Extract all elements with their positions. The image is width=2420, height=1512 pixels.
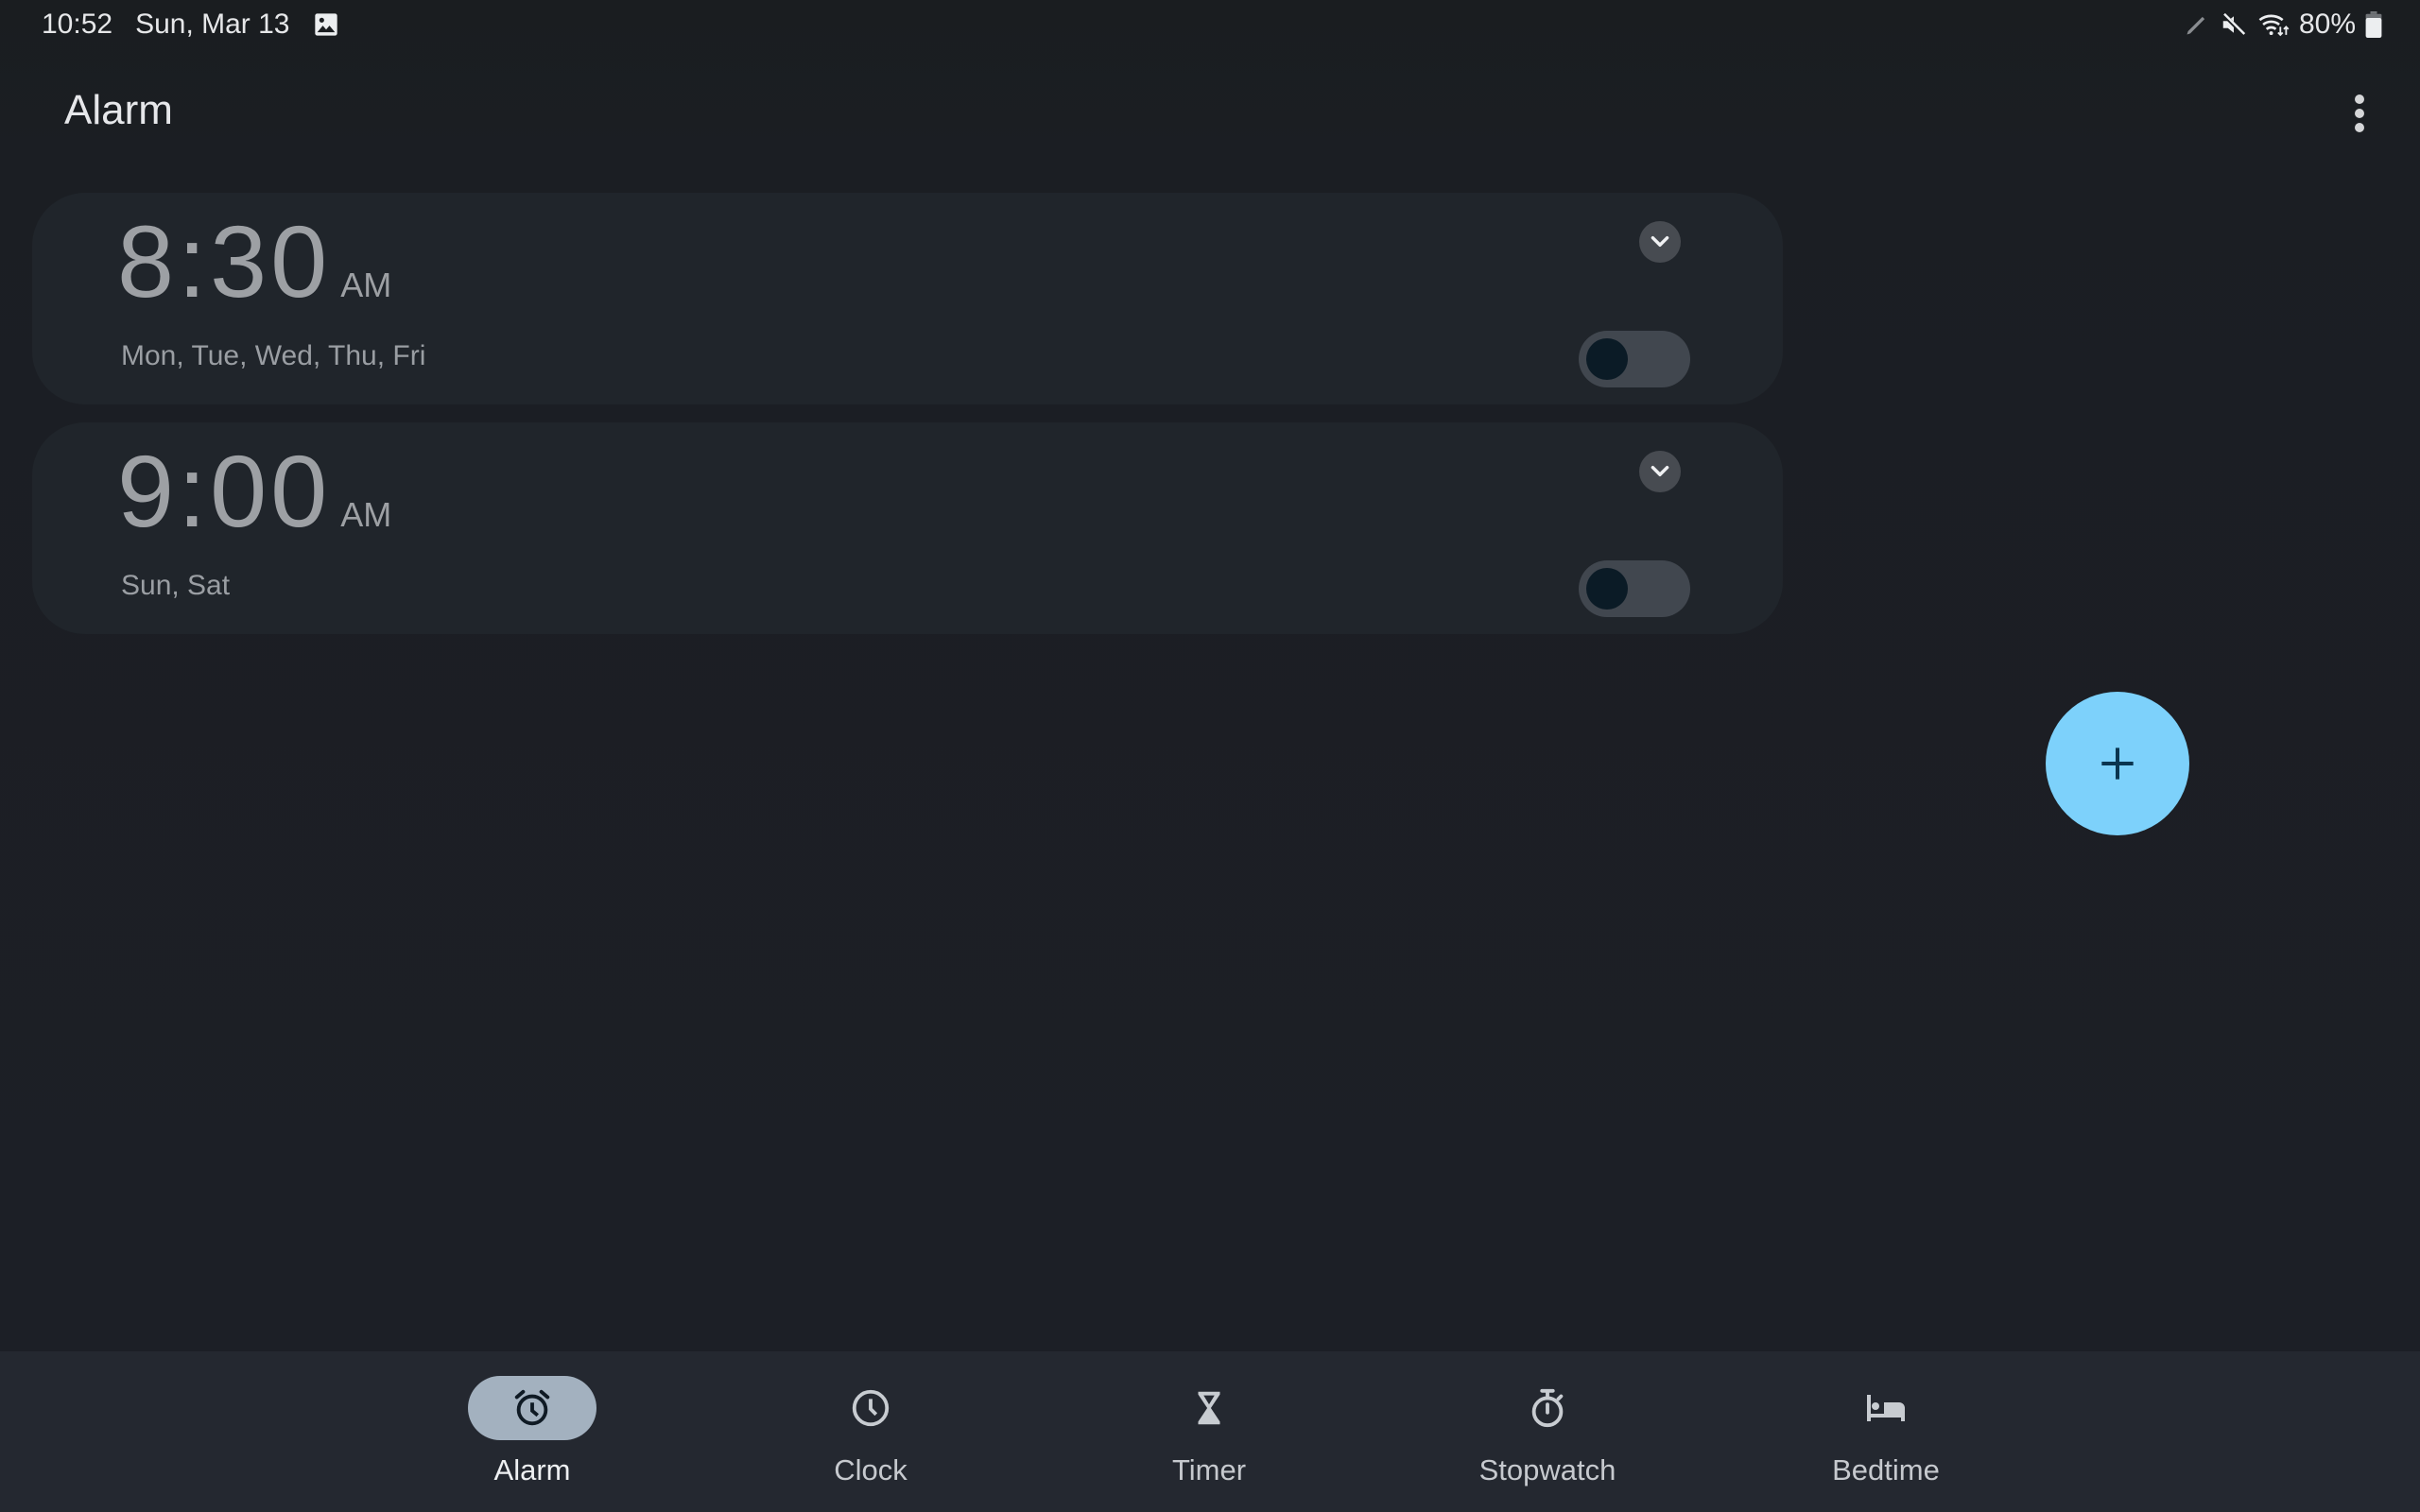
nav-icon-container: [468, 1376, 596, 1440]
alarm-card[interactable]: 8:30 AM Mon, Tue, Wed, Thu, Fri: [32, 193, 1783, 404]
status-date: Sun, Mar 13: [135, 9, 290, 40]
clock-app: 10:52 Sun, Mar 13 80% Alarm 8:30 AM Mon,…: [0, 0, 2420, 1512]
menu-dot: [2355, 109, 2364, 118]
toggle-knob: [1586, 338, 1628, 380]
nav-item-bedtime[interactable]: Bedtime: [1772, 1376, 1999, 1499]
alarm-time[interactable]: 8:30 AM: [117, 202, 391, 320]
image-notification-icon: [313, 11, 339, 38]
nav-icon-container: [806, 1376, 935, 1440]
expand-button[interactable]: [1639, 221, 1681, 263]
mute-icon: [2220, 10, 2248, 39]
battery-icon: [2365, 11, 2382, 38]
nav-icon-container: [1145, 1376, 1273, 1440]
alarm-card[interactable]: 9:00 AM Sun, Sat: [32, 422, 1783, 634]
alarm-time-value: 9:00: [117, 434, 332, 548]
nav-item-alarm[interactable]: Alarm: [419, 1376, 646, 1499]
battery-percent: 80%: [2298, 9, 2356, 40]
chevron-down-icon: [1651, 465, 1669, 476]
alarm-toggle[interactable]: [1579, 560, 1690, 617]
more-vert-icon[interactable]: [2335, 87, 2384, 140]
hourglass-icon: [1198, 1391, 1220, 1425]
alarm-icon: [514, 1389, 550, 1426]
bed-icon: [1867, 1395, 1905, 1421]
nav-label: Alarm: [493, 1453, 571, 1486]
alarm-time-period: AM: [340, 495, 392, 534]
chevron-down-icon: [1651, 235, 1669, 247]
nav-label: Clock: [834, 1453, 908, 1486]
alarm-toggle[interactable]: [1579, 331, 1690, 387]
status-time: 10:52: [42, 9, 113, 40]
nav-item-clock[interactable]: Clock: [757, 1376, 984, 1499]
nav-icon-container: [1822, 1376, 1950, 1440]
bottom-navigation: Alarm Clock Timer Stopwatch Bedtime: [0, 1351, 2420, 1512]
stopwatch-icon: [1531, 1388, 1564, 1428]
alarm-days: Sun, Sat: [121, 570, 231, 601]
add-alarm-button[interactable]: [2046, 692, 2189, 835]
nav-item-timer[interactable]: Timer: [1096, 1376, 1322, 1499]
clock-icon: [852, 1389, 890, 1427]
alarm-days: Mon, Tue, Wed, Thu, Fri: [121, 340, 426, 371]
nav-label: Stopwatch: [1478, 1453, 1616, 1486]
alarm-time-period: AM: [340, 266, 392, 304]
wifi-icon: [2257, 10, 2290, 39]
alarm-time[interactable]: 9:00 AM: [117, 432, 391, 550]
menu-dot: [2355, 123, 2364, 132]
nav-label: Timer: [1171, 1453, 1247, 1486]
nav-label: Bedtime: [1832, 1453, 1940, 1486]
status-bar: 10:52 Sun, Mar 13 80%: [0, 0, 2420, 49]
menu-dot: [2355, 94, 2364, 104]
alarm-time-value: 8:30: [117, 204, 332, 318]
expand-button[interactable]: [1639, 451, 1681, 492]
nav-item-stopwatch[interactable]: Stopwatch: [1434, 1376, 1661, 1499]
nav-icon-container: [1483, 1376, 1612, 1440]
pen-icon: [2184, 11, 2210, 38]
status-right: 80%: [2174, 9, 2382, 41]
toggle-knob: [1586, 568, 1628, 610]
page-title: Alarm: [64, 87, 173, 133]
plus-icon: [2101, 747, 2134, 780]
status-left: 10:52 Sun, Mar 13: [42, 9, 362, 41]
